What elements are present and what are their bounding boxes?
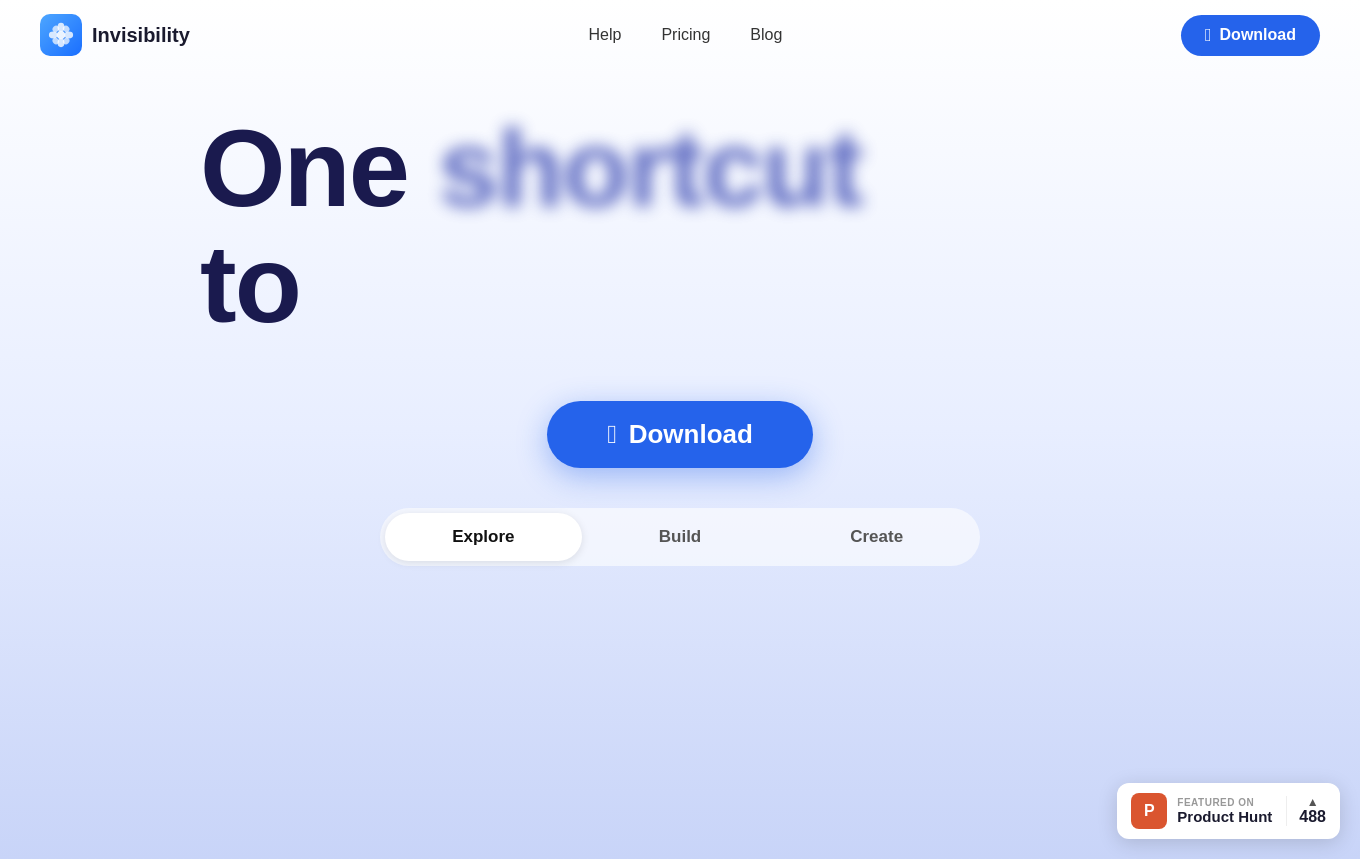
brand-logo [40,14,82,56]
svg-point-4 [64,32,73,39]
svg-point-3 [49,32,58,39]
upvote-triangle-icon: ▲ [1307,796,1319,808]
navbar: Invisibility Help Pricing Blog  Downloa… [0,0,1360,70]
hero-word-one: One [200,110,408,226]
product-hunt-vote-count: 488 [1299,808,1326,826]
nav-download-button[interactable]:  Download [1181,15,1320,56]
product-hunt-letter: P [1144,802,1155,820]
product-hunt-name: Product Hunt [1177,808,1272,825]
brand-link[interactable]: Invisibility [40,14,190,56]
nav-help[interactable]: Help [588,26,621,44]
product-hunt-badge[interactable]: P FEATURED ON Product Hunt ▲ 488 [1117,783,1340,839]
nav-download-label: Download [1220,26,1296,44]
hero-word-to: to [200,226,300,342]
tabs-bar: Explore Build Create [380,508,980,566]
hero-title: One shortcut to [200,110,862,341]
nav-blog[interactable]: Blog [750,26,782,44]
tab-create[interactable]: Create [778,513,975,561]
cta-section:  Download [0,401,1360,468]
svg-point-0 [57,31,66,40]
cta-apple-icon:  [607,419,617,450]
cta-download-label: Download [629,419,753,450]
cta-download-button[interactable]:  Download [547,401,813,468]
tab-explore[interactable]: Explore [385,513,582,561]
tabs-section: Explore Build Create [0,508,1360,566]
product-hunt-logo: P [1131,793,1167,829]
hero-word-shortcut: shortcut [438,110,862,226]
nav-links: Help Pricing Blog [588,26,782,44]
apple-icon:  [1205,25,1212,46]
brand-name: Invisibility [92,24,190,47]
product-hunt-featured-label: FEATURED ON [1177,797,1272,808]
nav-pricing[interactable]: Pricing [661,26,710,44]
product-hunt-text: FEATURED ON Product Hunt [1177,797,1272,825]
hero-section: One shortcut to [0,70,1360,341]
tab-build[interactable]: Build [582,513,779,561]
product-hunt-votes: ▲ 488 [1286,796,1326,826]
